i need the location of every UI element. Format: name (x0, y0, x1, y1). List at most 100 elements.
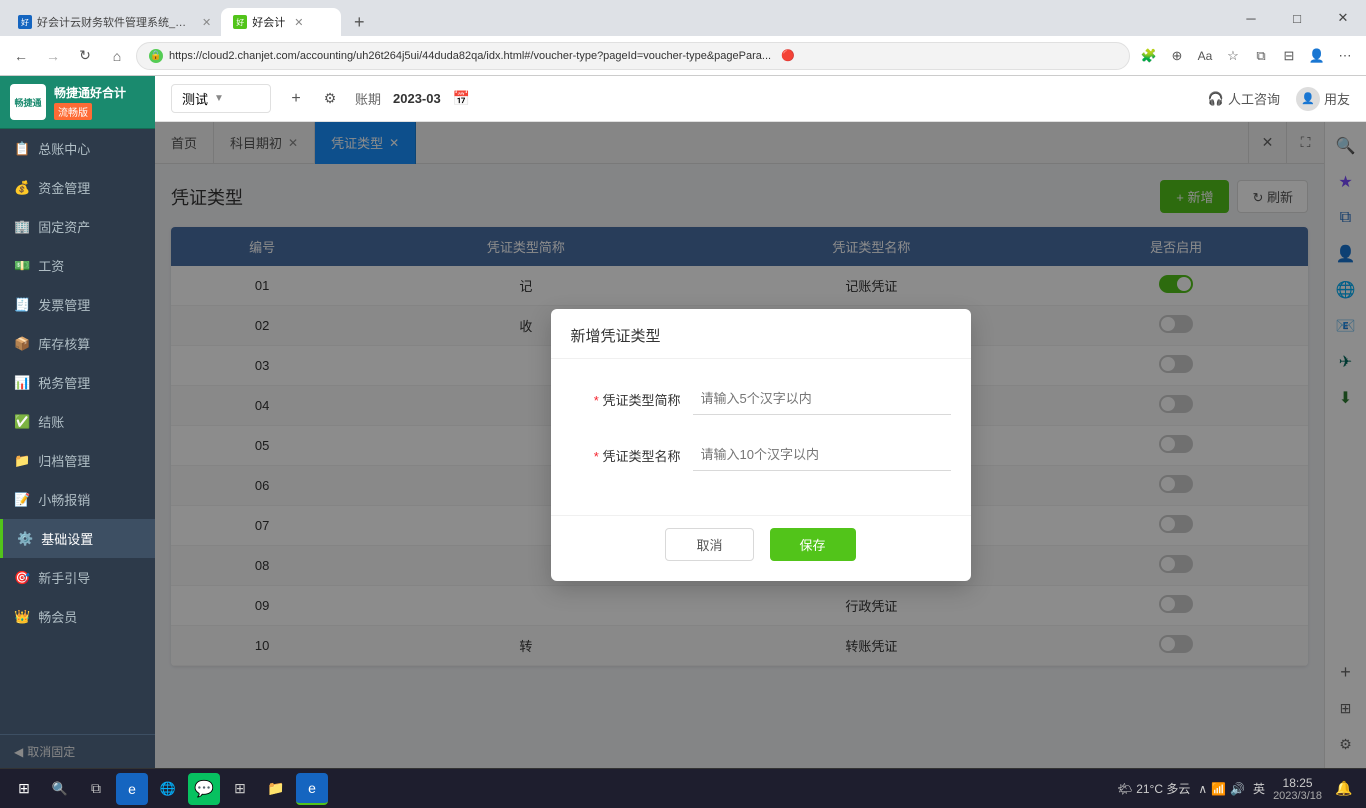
user-btn[interactable]: 👤 用友 (1296, 87, 1350, 111)
ssl-icon: 🔒 (149, 49, 163, 63)
sidebar-item-settings[interactable]: ⚙️ 基础设置 (0, 519, 155, 558)
sidebar-label-inventory: 库存核算 (38, 334, 90, 353)
sidebar-scroll: 📋 总账中心 💰 资金管理 🏢 固定资产 💵 工资 🧾 发票管理 📦 库 (0, 129, 155, 734)
sidebar-label-membership: 畅会员 (38, 607, 77, 626)
add-company-btn[interactable]: + (283, 86, 309, 112)
reload-btn[interactable]: ↻ (72, 43, 98, 69)
address-input[interactable]: 🔒 https://cloud2.chanjet.com/accounting/… (136, 42, 1130, 70)
sync-btn[interactable]: ⊕ (1164, 43, 1190, 69)
sidebar-item-tax[interactable]: 📊 税务管理 (0, 363, 155, 402)
sidebar-item-guide[interactable]: 🎯 新手引导 (0, 558, 155, 597)
sidebar-item-capital[interactable]: 💰 资金管理 (0, 168, 155, 207)
clock[interactable]: 18:25 2023/3/18 (1273, 776, 1322, 802)
taskbar-edge[interactable]: e (116, 773, 148, 805)
taskbar-chrome[interactable]: 🌐 (152, 773, 184, 805)
sidebar-item-invoice[interactable]: 🧾 发票管理 (0, 285, 155, 324)
browser-tab-2[interactable]: 好 好会计 ✕ (221, 8, 341, 36)
sidebar-label-salary: 工资 (38, 256, 64, 275)
url-text: https://cloud2.chanjet.com/accounting/uh… (169, 50, 771, 62)
new-tab-btn[interactable]: + (345, 8, 373, 36)
logo-text-area: 畅捷通好合计 流畅版 (54, 84, 126, 120)
home-btn[interactable]: ⌂ (104, 43, 130, 69)
report-icon: 📝 (14, 492, 30, 508)
search-taskbar-btn[interactable]: 🔍 (44, 773, 76, 805)
inventory-icon: 📦 (14, 336, 30, 352)
favorites-btn[interactable]: ☆ (1220, 43, 1246, 69)
profile-btn[interactable]: 👤 (1304, 43, 1330, 69)
extensions-btn[interactable]: 🧩 (1136, 43, 1162, 69)
company-select[interactable]: 测试 ▼ (171, 84, 271, 113)
consult-btn[interactable]: 🎧 人工咨询 (1208, 89, 1280, 108)
taskbar-apps[interactable]: ⊞ (224, 773, 256, 805)
back-btn[interactable]: ← (8, 43, 34, 69)
abbr-input[interactable] (693, 383, 951, 415)
sidebar-label-tax: 税务管理 (38, 373, 90, 392)
forward-btn[interactable]: → (40, 43, 66, 69)
cancel-button[interactable]: 取消 (665, 528, 753, 561)
collections-btn[interactable]: ⧉ (1248, 43, 1274, 69)
window-maximize[interactable]: □ (1274, 0, 1320, 36)
extensions-area: 🧩 ⊕ Aa ☆ ⧉ ⊟ 👤 ⋯ (1136, 43, 1358, 69)
weather-area[interactable]: 🌤 21°C 多云 (1117, 780, 1190, 797)
user-label: 用友 (1324, 89, 1350, 108)
tab-favicon-2: 好 (233, 15, 247, 29)
sidebar-item-report[interactable]: 📝 小畅报销 (0, 480, 155, 519)
membership-icon: 👑 (14, 609, 30, 625)
weather-text: 21°C 多云 (1136, 780, 1190, 797)
logo-badge: 流畅版 (54, 103, 92, 120)
menu-btn[interactable]: ⋯ (1332, 43, 1358, 69)
task-view-btn[interactable]: ⧉ (80, 773, 112, 805)
sidebar-item-membership[interactable]: 👑 畅会员 (0, 597, 155, 636)
salary-icon: 💵 (14, 258, 30, 274)
wifi-icon[interactable]: 📶 (1211, 782, 1226, 796)
reading-view-btn[interactable]: Aa (1192, 43, 1218, 69)
name-input[interactable] (693, 439, 951, 471)
name-label: * 凭证类型名称 (571, 446, 681, 465)
sidebar-item-inventory[interactable]: 📦 库存核算 (0, 324, 155, 363)
app: 畅捷通 畅捷通好合计 流畅版 📋 总账中心 💰 资金管理 🏢 固定资产 💵 工资 (0, 76, 1366, 768)
tab-favicon-1: 好 (18, 15, 32, 29)
system-tray: ∧ 📶 🔊 (1198, 782, 1245, 796)
tab-label-2: 好会计 (252, 14, 285, 30)
arrow-icon[interactable]: ∧ (1198, 782, 1207, 796)
time-display: 18:25 (1283, 776, 1313, 790)
sidebar-item-archive[interactable]: 📁 归档管理 (0, 441, 155, 480)
modal: 新增凭证类型 * 凭证类型简称 * (551, 309, 971, 581)
sidebar-label-archive: 归档管理 (38, 451, 90, 470)
tab-close-1[interactable]: ✕ (202, 16, 211, 29)
fixed-assets-icon: 🏢 (14, 219, 30, 235)
taskbar-edge2[interactable]: e (296, 773, 328, 805)
checkout-icon: ✅ (14, 414, 30, 430)
start-btn[interactable]: ⊞ (8, 773, 40, 805)
taskbar: ⊞ 🔍 ⧉ e 🌐 💬 ⊞ 📁 e 🌤 21°C 多云 ∧ 📶 🔊 英 18:2… (0, 768, 1366, 808)
sidebar-item-salary[interactable]: 💵 工资 (0, 246, 155, 285)
sidebar-item-checkout[interactable]: ✅ 结账 (0, 402, 155, 441)
calendar-icon[interactable]: 📅 (453, 90, 470, 107)
sidebar-label-fixed-assets: 固定资产 (38, 217, 90, 236)
window-minimize[interactable]: ─ (1228, 0, 1274, 36)
tab-bar: 好 好会计云财务软件管理系统_会计 ✕ 好 好会计 ✕ + ─ □ ✕ (0, 0, 1366, 36)
taskbar-wechat[interactable]: 💬 (188, 773, 220, 805)
cancel-fixed-btn[interactable]: ◀ 取消固定 (14, 743, 141, 760)
browser-tab-1[interactable]: 好 好会计云财务软件管理系统_会计 ✕ (8, 8, 221, 36)
guide-icon: 🎯 (14, 570, 30, 586)
headset-icon: 🎧 (1208, 91, 1224, 107)
form-row-abbr: * 凭证类型简称 (571, 383, 951, 415)
save-button[interactable]: 保存 (770, 528, 856, 561)
topbar-actions: + ⚙ (283, 86, 343, 112)
sidebar-item-dashboard[interactable]: 📋 总账中心 (0, 129, 155, 168)
window-close[interactable]: ✕ (1320, 0, 1366, 36)
modal-overlay: 新增凭证类型 * 凭证类型简称 * (155, 122, 1366, 768)
volume-icon[interactable]: 🔊 (1230, 782, 1245, 796)
sidebar-label-invoice: 发票管理 (38, 295, 90, 314)
sidebar-label-capital: 资金管理 (38, 178, 90, 197)
sidebar-bottom: ◀ 取消固定 (0, 734, 155, 768)
split-btn[interactable]: ⊟ (1276, 43, 1302, 69)
sidebar-item-fixed-assets[interactable]: 🏢 固定资产 (0, 207, 155, 246)
notification-btn[interactable]: 🔔 (1330, 775, 1358, 803)
tab-close-2[interactable]: ✕ (294, 16, 303, 29)
taskbar-files[interactable]: 📁 (260, 773, 292, 805)
sidebar-label-report: 小畅报销 (38, 490, 90, 509)
settings-gear-btn[interactable]: ⚙ (317, 86, 343, 112)
consult-label: 人工咨询 (1228, 89, 1280, 108)
